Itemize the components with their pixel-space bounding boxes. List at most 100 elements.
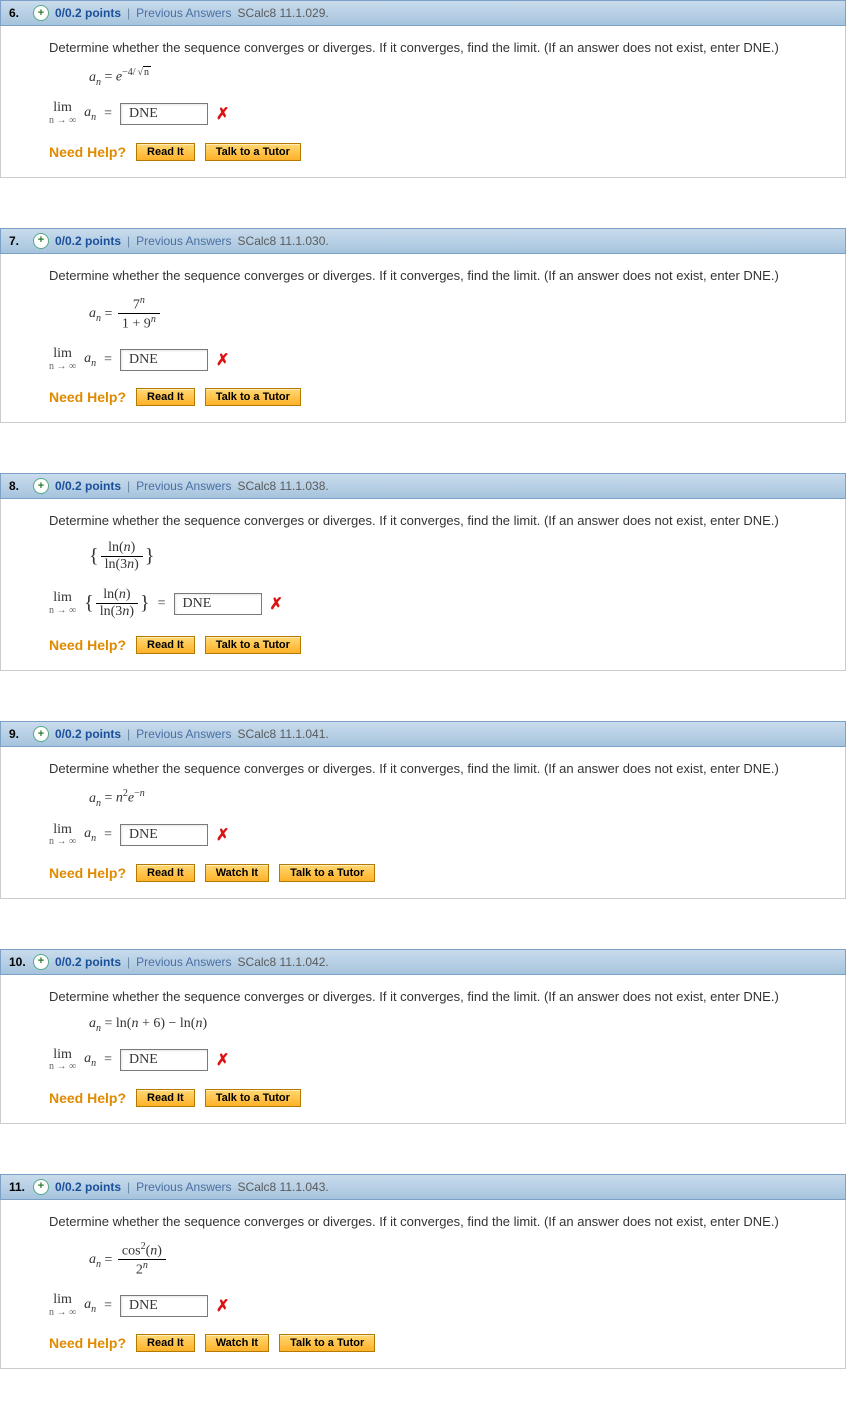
points-label: 0/0.2 points [55,955,121,969]
expand-icon[interactable]: + [33,1179,49,1195]
talk-tutor-button[interactable]: Talk to a Tutor [205,636,301,654]
separator: | [127,727,130,741]
question-ref: SCalc8 11.1.042. [238,955,329,969]
question-body: Determine whether the sequence converges… [0,26,846,178]
separator: | [127,6,130,20]
previous-answers-link[interactable]: Previous Answers [136,6,231,20]
sequence-formula: an = n2e−n [89,788,831,808]
question-header: 7.+0/0.2 points|Previous AnswersSCalc8 1… [0,228,846,254]
question: 6. +0/0.2 points | Previous Answers SCalc8 1… [0,0,846,178]
sequence-formula: an = e−4/√n [89,67,831,87]
read-it-button[interactable]: Read It [136,864,195,882]
need-help-label: Need Help? [49,144,126,160]
sequence-formula: {ln(n)ln(3n)} [89,540,831,573]
question-number: 8. [9,479,27,493]
answer-input[interactable]: DNE [120,1049,208,1071]
read-it-button[interactable]: Read It [136,1334,195,1352]
limit-row: limn → ∞an=DNE✗ [49,1048,831,1073]
previous-answers-link[interactable]: Previous Answers [136,479,231,493]
need-help-label: Need Help? [49,865,126,881]
limit-row: limn → ∞an=DNE✗ [49,1293,831,1318]
question: 11.+0/0.2 points|Previous AnswersSCalc8 … [0,1174,846,1370]
limit-notation: limn → ∞ [49,347,76,372]
question: 10. +0/0.2 points | Previous Answers SCalc8 … [0,949,846,1124]
limit-row: limn → ∞ an = DNE ✗ [49,101,831,126]
limit-row: limn → ∞{ln(n)ln(3n)}=DNE✗ [49,587,831,620]
talk-tutor-button[interactable]: Talk to a Tutor [279,1334,375,1352]
equals: = [158,596,166,612]
separator: | [127,479,130,493]
limit-lhs: an [84,1051,96,1069]
watch-it-button[interactable]: Watch It [205,1334,269,1352]
sequence-formula: an = cos2(n)2n [89,1241,831,1279]
separator: | [127,955,130,969]
question-prompt: Determine whether the sequence converges… [49,761,831,776]
previous-answers-link[interactable]: Previous Answers [136,955,231,969]
separator: | [127,234,130,248]
equals: = [104,827,112,843]
talk-tutor-button[interactable]: Talk to a Tutor [205,388,301,406]
question-header: 6. +0/0.2 points | Previous Answers SCalc8 1… [0,0,846,26]
question-body: Determine whether the sequence converges… [0,499,846,671]
talk-tutor-button[interactable]: Talk to a Tutor [205,1089,301,1107]
need-help-label: Need Help? [49,637,126,653]
answer-input[interactable]: DNE [120,824,208,846]
limit-lhs: an [84,1297,96,1315]
expand-icon[interactable]: + [33,233,49,249]
question-prompt: Determine whether the sequence converges… [49,513,831,528]
help-row: Need Help? Read It Watch It Talk to a Tutor [49,864,831,882]
question-body: Determine whether the sequence converges… [0,975,846,1124]
need-help-label: Need Help? [49,1090,126,1106]
answer-input[interactable]: DNE [120,103,208,125]
points-label: 0/0.2 points [55,234,121,248]
limit-lhs: an [84,105,96,123]
question-ref: SCalc8 11.1.043. [238,1180,329,1194]
question-number: 6. [9,6,27,20]
read-it-button[interactable]: Read It [136,143,195,161]
incorrect-icon: ✗ [216,104,229,124]
question-number: 10. [9,955,27,969]
limit-notation: limn → ∞ [49,101,76,126]
question-body: Determine whether the sequence converges… [0,747,846,899]
read-it-button[interactable]: Read It [136,1089,195,1107]
question: 7.+0/0.2 points|Previous AnswersSCalc8 1… [0,228,846,424]
sequence-formula: an = 7n1 + 9n [89,295,831,333]
question-header: 8.+0/0.2 points|Previous AnswersSCalc8 1… [0,473,846,499]
question-ref: SCalc8 11.1.030. [238,234,329,248]
limit-notation: limn → ∞ [49,1293,76,1318]
answer-input[interactable]: DNE [120,1295,208,1317]
watch-it-button[interactable]: Watch It [205,864,269,882]
expand-icon[interactable]: + [33,478,49,494]
question-prompt: Determine whether the sequence converges… [49,989,831,1004]
read-it-button[interactable]: Read It [136,388,195,406]
answer-input[interactable]: DNE [174,593,262,615]
question-prompt: Determine whether the sequence converges… [49,268,831,283]
limit-lhs: {ln(n)ln(3n)} [84,587,149,620]
previous-answers-link[interactable]: Previous Answers [136,234,231,248]
limit-lhs: an [84,826,96,844]
expand-icon[interactable]: + [33,5,49,21]
incorrect-icon: ✗ [216,825,229,845]
question: 9.+0/0.2 points|Previous AnswersSCalc8 1… [0,721,846,899]
question-prompt: Determine whether the sequence converges… [49,1214,831,1229]
previous-answers-link[interactable]: Previous Answers [136,727,231,741]
need-help-label: Need Help? [49,1335,126,1351]
expand-icon[interactable]: + [33,726,49,742]
equals: = [104,106,112,122]
points-label: 0/0.2 points [55,6,121,20]
talk-tutor-button[interactable]: Talk to a Tutor [279,864,375,882]
question-ref: SCalc8 11.1.029. [238,6,329,20]
question-body: Determine whether the sequence converges… [0,254,846,424]
read-it-button[interactable]: Read It [136,636,195,654]
limit-notation: limn → ∞ [49,823,76,848]
points-label: 0/0.2 points [55,1180,121,1194]
talk-tutor-button[interactable]: Talk to a Tutor [205,143,301,161]
question-ref: SCalc8 11.1.038. [238,479,329,493]
answer-input[interactable]: DNE [120,349,208,371]
question-prompt: Determine whether the sequence converges… [49,40,831,55]
previous-answers-link[interactable]: Previous Answers [136,1180,231,1194]
expand-icon[interactable]: + [33,954,49,970]
equals: = [104,1298,112,1314]
need-help-label: Need Help? [49,389,126,405]
question-header: 11.+0/0.2 points|Previous AnswersSCalc8 … [0,1174,846,1200]
